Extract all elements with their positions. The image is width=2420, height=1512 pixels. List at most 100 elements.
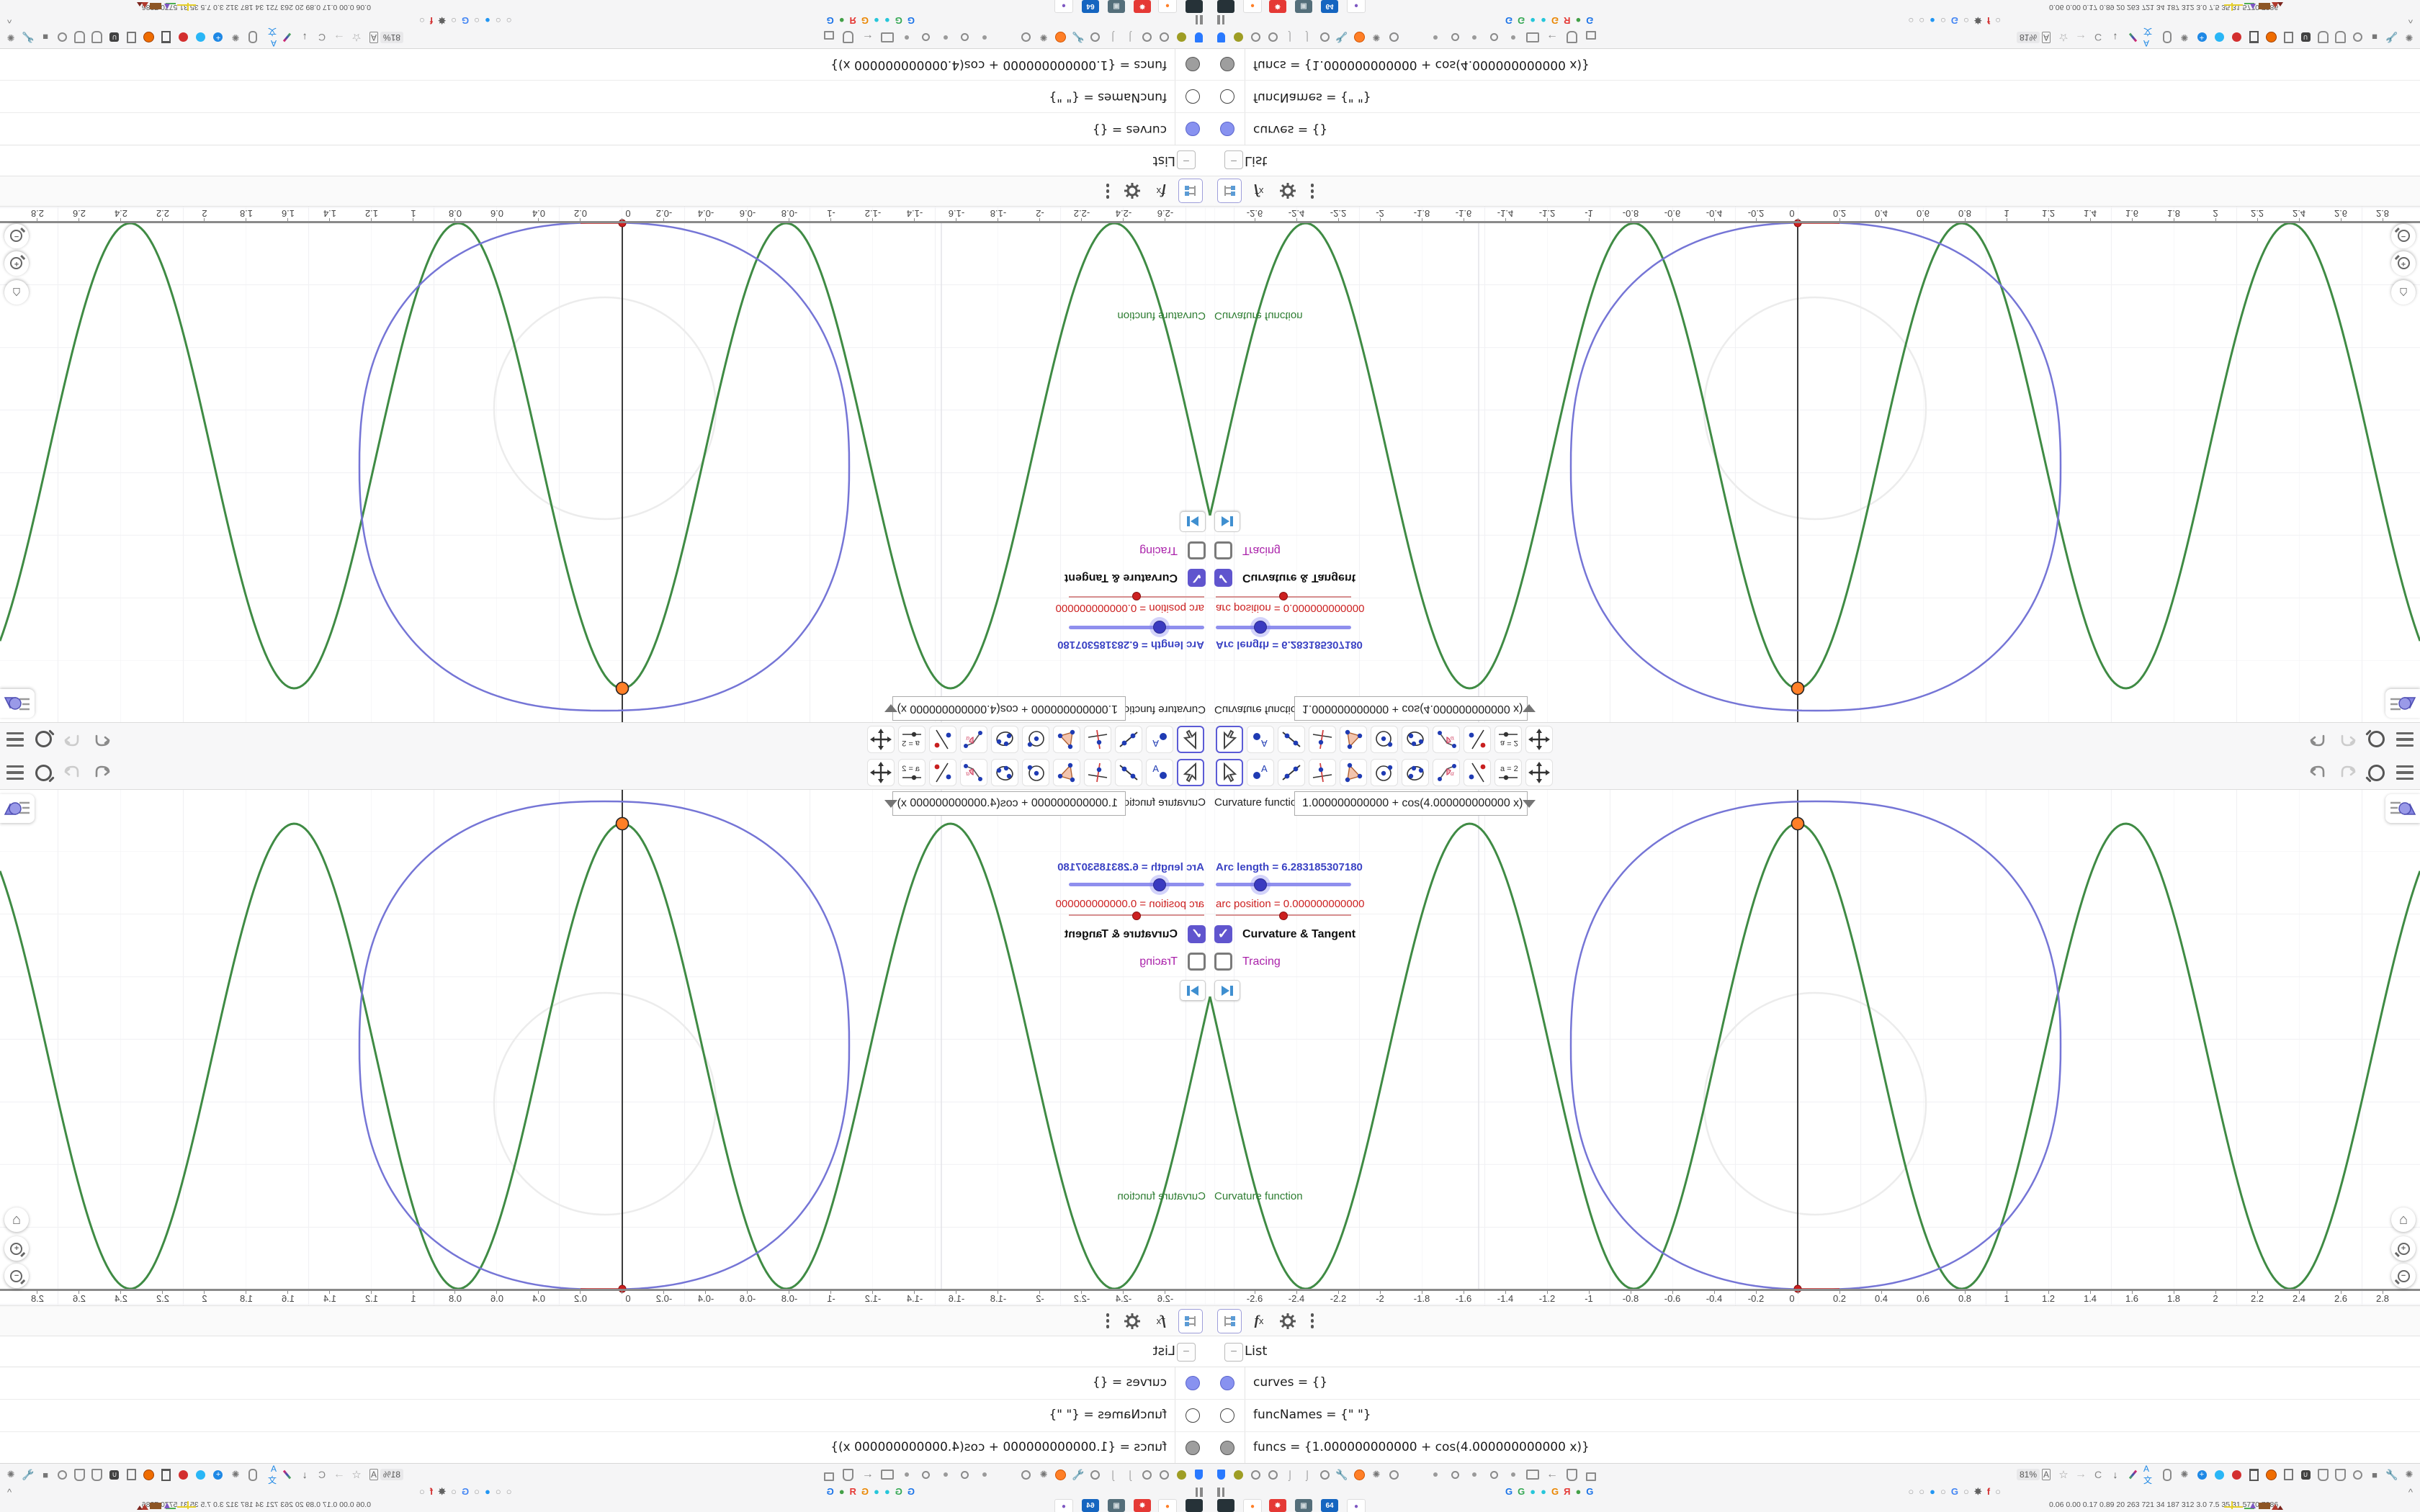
- wrench-icon[interactable]: 🔧: [22, 1468, 35, 1481]
- bookmark-favicon[interactable]: ○: [506, 14, 512, 26]
- pause-icon[interactable]: [1217, 15, 1224, 25]
- bookmark-favicon[interactable]: f: [430, 1486, 433, 1498]
- bookmark-favicon[interactable]: ●: [839, 14, 845, 26]
- bookmark-favicon[interactable]: G: [1586, 14, 1593, 26]
- translate-a-icon[interactable]: A文: [2143, 1464, 2156, 1485]
- chevron-up-icon[interactable]: ^: [7, 1487, 12, 1498]
- home-button[interactable]: ⌂: [2391, 1207, 2416, 1232]
- kite-icon[interactable]: [1214, 31, 1227, 44]
- bookmark-favicon[interactable]: ●: [485, 14, 490, 26]
- mouse-icon[interactable]: [2161, 31, 2174, 44]
- bookmark-favicon[interactable]: G: [1505, 1486, 1512, 1498]
- bookmark-favicon[interactable]: ○: [1963, 1486, 1969, 1498]
- shield-icon[interactable]: [2334, 31, 2347, 44]
- visibility-marble[interactable]: [1186, 1408, 1200, 1423]
- kite-icon[interactable]: [1193, 31, 1206, 44]
- algebra-expression[interactable]: funcs = {1.000000000000 + cos(4.00000000…: [1253, 58, 1590, 72]
- arc-position-slider[interactable]: [1069, 912, 1204, 920]
- bookmark-favicon[interactable]: ●: [1530, 1486, 1536, 1498]
- redo-icon[interactable]: [2338, 730, 2357, 749]
- browser-tab[interactable]: ✸: [1269, 1499, 1286, 1512]
- bookmark-favicon[interactable]: ○: [474, 1486, 480, 1498]
- folder-icon[interactable]: [1526, 31, 1539, 44]
- add-blue-icon[interactable]: +: [212, 1468, 225, 1481]
- visibility-marble[interactable]: [1186, 122, 1200, 136]
- home-button[interactable]: ⌂: [4, 1207, 29, 1232]
- perpendicular-line-tool[interactable]: [1309, 726, 1336, 753]
- angle-tool[interactable]: α: [960, 726, 987, 753]
- add-blue-icon[interactable]: +: [212, 31, 225, 44]
- bookmark-favicon[interactable]: G: [908, 14, 915, 26]
- trash-icon[interactable]: [2247, 1468, 2260, 1481]
- circle-center-point-tool[interactable]: [1022, 759, 1049, 786]
- globe-icon[interactable]: [1387, 31, 1400, 44]
- browser-tab[interactable]: 64: [1321, 0, 1338, 13]
- algebra-row[interactable]: curves = {}: [0, 1367, 1210, 1400]
- bookmark-favicon[interactable]: ●: [1575, 14, 1581, 26]
- algebra-row[interactable]: funcNames = {" "}: [1210, 80, 2420, 112]
- kebab-menu-icon[interactable]: [1305, 1313, 1319, 1328]
- bookmark-favicon[interactable]: ●: [884, 14, 890, 26]
- circle-olive-icon[interactable]: [1175, 31, 1188, 44]
- curvature-function-input[interactable]: 1.000000000000 + cos(4.000000000000 x): [884, 791, 1126, 816]
- hook-icon[interactable]: ⌡: [1301, 1468, 1314, 1481]
- browser-tab[interactable]: ✸: [1269, 0, 1286, 13]
- dot-icon[interactable]: [1429, 1468, 1442, 1481]
- collapse-icon[interactable]: −: [1177, 1343, 1196, 1362]
- chevron-down-icon[interactable]: [1523, 799, 1536, 808]
- translate-icon[interactable]: A: [367, 31, 380, 44]
- bookmark-favicon[interactable]: ●: [1930, 1486, 1935, 1498]
- polygon-tool[interactable]: [1340, 759, 1367, 786]
- kebab-menu-icon[interactable]: [1101, 184, 1115, 199]
- bookmark-favicon[interactable]: Я: [850, 1486, 856, 1498]
- browser-tab[interactable]: ●: [1158, 0, 1177, 13]
- reload-icon[interactable]: C: [2092, 1468, 2105, 1481]
- kebab-menu-icon[interactable]: [1305, 184, 1319, 199]
- star-icon[interactable]: ☆: [2057, 1468, 2070, 1481]
- globe-icon[interactable]: [1158, 1468, 1171, 1481]
- slider-knob[interactable]: [1153, 621, 1166, 634]
- bookmark-favicon[interactable]: G: [1518, 1486, 1525, 1498]
- hook-icon[interactable]: ⌡: [1124, 31, 1137, 44]
- fx-icon[interactable]: fx: [1247, 1310, 1270, 1333]
- pause-icon[interactable]: [1217, 1487, 1224, 1497]
- globe-icon[interactable]: [1249, 1468, 1262, 1481]
- line-tool[interactable]: [1115, 726, 1142, 753]
- translate-a-icon[interactable]: A文: [2143, 27, 2156, 49]
- shield-icon[interactable]: [1565, 1468, 1578, 1481]
- line-tool[interactable]: [1278, 726, 1305, 753]
- move-graphics-tool[interactable]: [1525, 726, 1553, 753]
- bookmark-favicon[interactable]: ○: [1908, 14, 1914, 26]
- circle-center-point-tool[interactable]: [1371, 726, 1398, 753]
- bookmark-favicon[interactable]: ○: [1940, 1486, 1946, 1498]
- back-arrow-icon[interactable]: ←: [861, 1468, 874, 1481]
- zoom-in-button[interactable]: +: [4, 1236, 29, 1261]
- bookmark-favicon[interactable]: ●: [839, 1486, 845, 1498]
- algebra-expression[interactable]: curves = {}: [1093, 122, 1167, 137]
- back-arrow-icon[interactable]: ←: [1546, 31, 1559, 44]
- bookmark-favicon[interactable]: ○: [451, 14, 457, 26]
- zoom-in-button[interactable]: +: [4, 251, 29, 276]
- badge-icon[interactable]: U: [108, 1468, 121, 1481]
- browser-tab[interactable]: ●: [1158, 1499, 1177, 1512]
- gear-icon[interactable]: ✺: [229, 1468, 242, 1481]
- bookmark-favicon[interactable]: ○: [506, 1486, 512, 1498]
- globe-icon[interactable]: [1158, 31, 1171, 44]
- tree-view-icon[interactable]: [1178, 179, 1203, 204]
- conic-tool[interactable]: [991, 726, 1018, 753]
- perpendicular-line-tool[interactable]: [1309, 759, 1336, 786]
- move-tool[interactable]: [1216, 726, 1243, 753]
- forward-arrow-icon[interactable]: →: [2074, 31, 2087, 44]
- algebra-row[interactable]: curves = {}: [0, 112, 1210, 145]
- globe-orange-icon[interactable]: [2264, 31, 2277, 44]
- bookmark-favicon[interactable]: G: [1551, 14, 1559, 26]
- bookmark-favicon[interactable]: ○: [419, 14, 425, 26]
- gear-icon[interactable]: ✺: [1370, 31, 1383, 44]
- conic-tool[interactable]: [1402, 759, 1429, 786]
- bookmark-favicon[interactable]: Я: [1564, 14, 1570, 26]
- move-graphics-tool[interactable]: [867, 726, 895, 753]
- reflect-tool[interactable]: [929, 726, 956, 753]
- globe-icon[interactable]: [1318, 1468, 1331, 1481]
- gear-icon[interactable]: ✺: [1037, 1468, 1050, 1481]
- wrench-icon[interactable]: 🔧: [1335, 31, 1348, 44]
